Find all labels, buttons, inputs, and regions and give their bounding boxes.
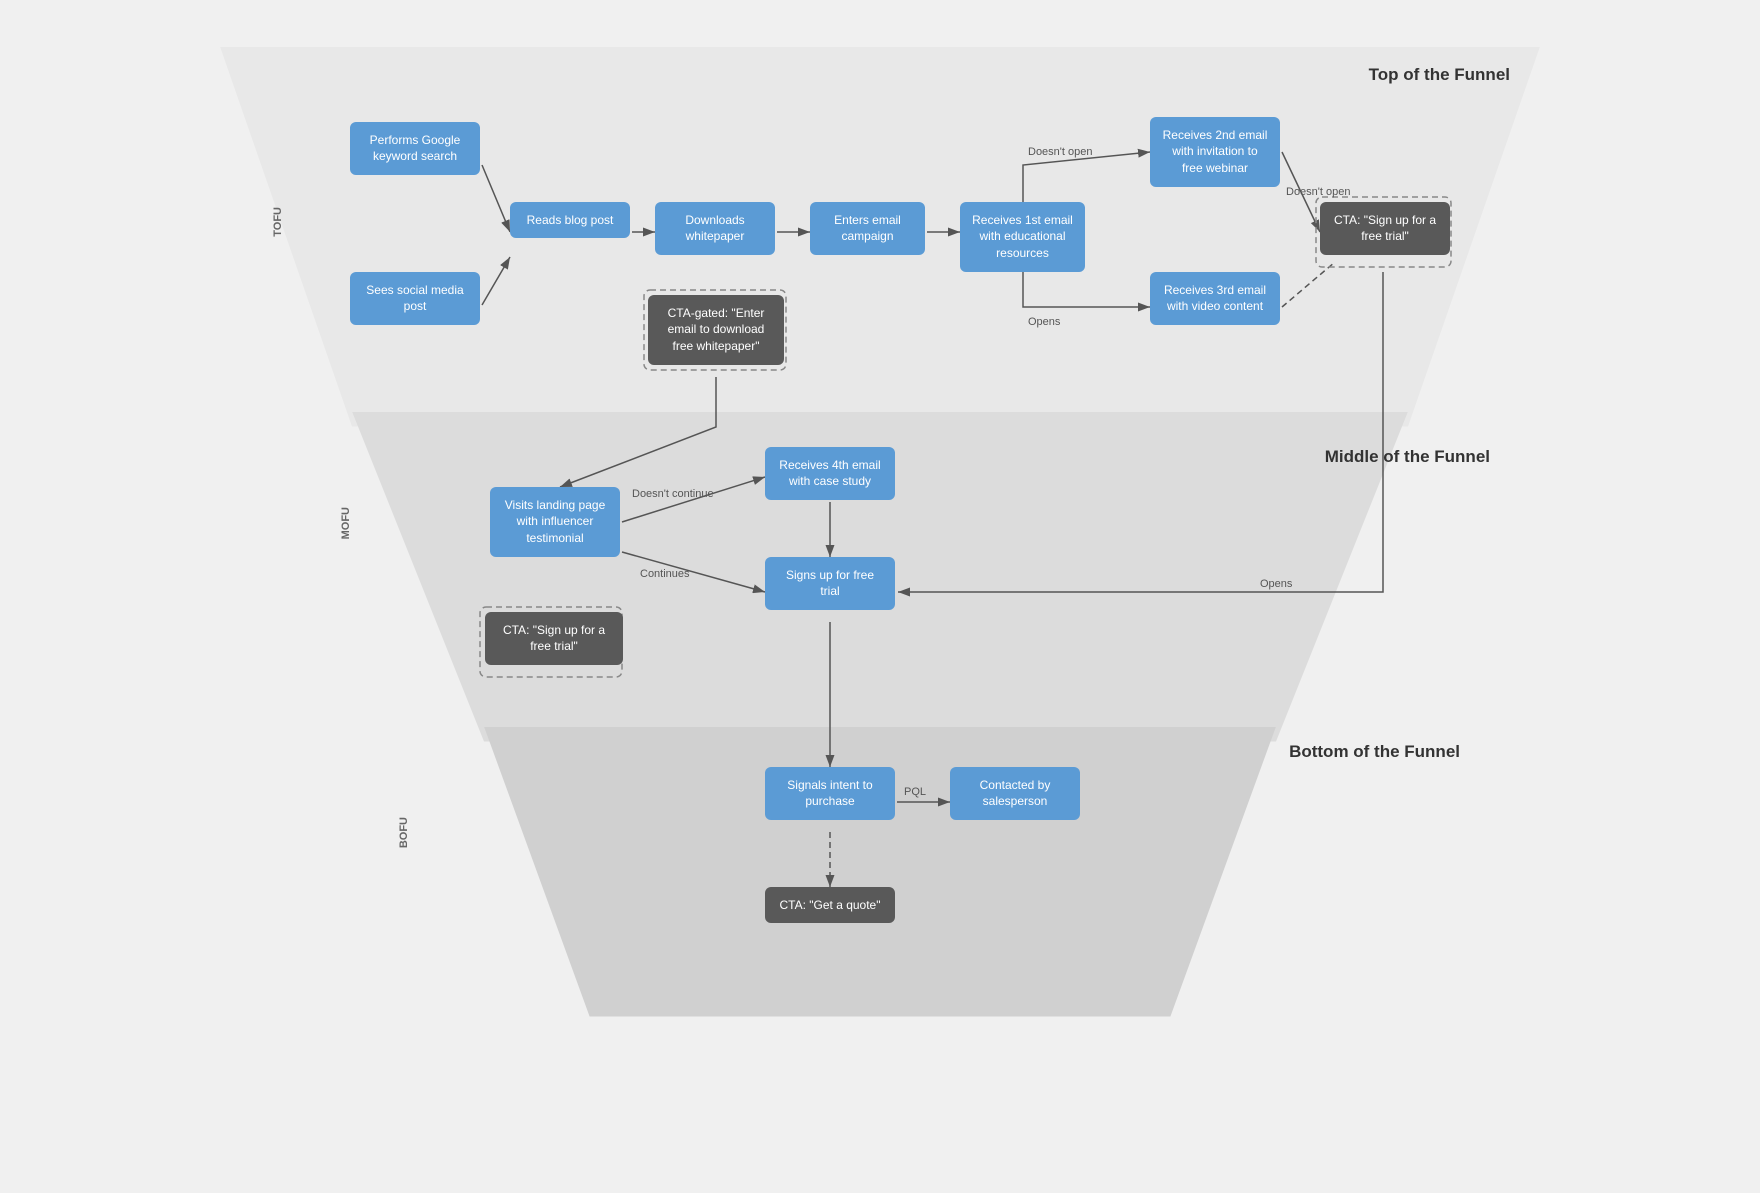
mofu-label: MOFU [340,507,352,539]
mofu-title: Middle of the Funnel [1325,447,1490,467]
email3-node: Receives 3rd email with video content [1150,272,1280,326]
google-search-node: Performs Google keyword search [350,122,480,176]
tofu-label: TOFU [272,207,284,237]
contacted-salesperson-node: Contacted by salesperson [950,767,1080,821]
cta-free-trial-mofu-node: CTA: "Sign up for a free trial" [485,612,623,666]
cta-free-trial-top-node: CTA: "Sign up for a free trial" [1320,202,1450,256]
landing-page-node: Visits landing page with influencer test… [490,487,620,557]
social-media-node: Sees social media post [350,272,480,326]
signs-up-trial-node: Signs up for free trial [765,557,895,611]
cta-gated-node: CTA-gated: "Enter email to download free… [648,295,784,365]
cta-quote-node: CTA: "Get a quote" [765,887,895,924]
email-campaign-node: Enters email campaign [810,202,925,256]
diagram-container: TOFU MOFU BOFU Top of the Funnel Middle … [220,47,1540,1147]
downloads-whitepaper-node: Downloads whitepaper [655,202,775,256]
bofu-title: Bottom of the Funnel [1289,742,1460,762]
signals-intent-node: Signals intent to purchase [765,767,895,821]
email4-node: Receives 4th email with case study [765,447,895,501]
email1-node: Receives 1st email with educational reso… [960,202,1085,272]
bofu-label: BOFU [398,817,410,848]
email2-node: Receives 2nd email with invitation to fr… [1150,117,1280,187]
tofu-title: Top of the Funnel [1369,65,1510,85]
blog-post-node: Reads blog post [510,202,630,239]
